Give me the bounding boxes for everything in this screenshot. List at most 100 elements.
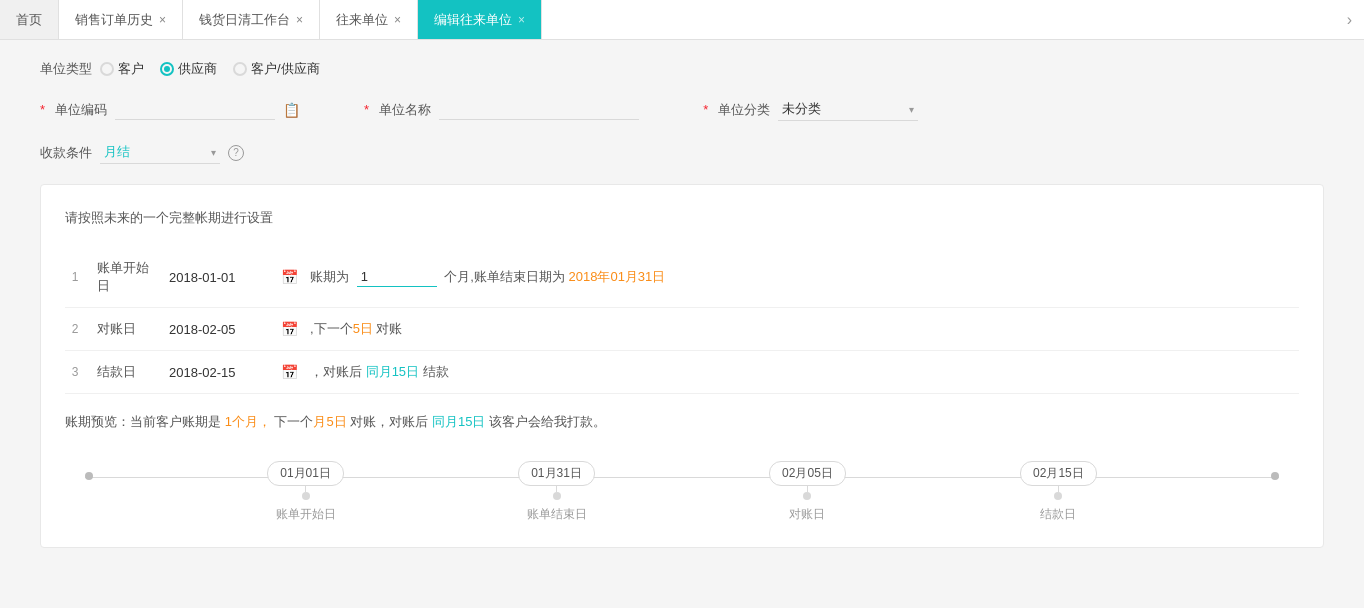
timeline-badge-4: 02月15日 (1020, 461, 1097, 486)
timeline-sub-4: 结款日 (1040, 506, 1076, 523)
radio-both-label: 客户/供应商 (251, 60, 320, 78)
timeline-point-2: 01月31日 账单结束日 (518, 461, 595, 523)
cat-required-star: * (703, 102, 708, 117)
setting-row-2: 2 对账日 2018-02-05 📅 ,下一个5日 对账 (65, 308, 1299, 351)
unit-info-row: * 单位编码 000001 📋 * 单位名称 河南供应商22 * 单位分类 未分… (40, 98, 1324, 121)
unit-name-label: 单位名称 (379, 101, 431, 119)
tab-cashflow-close[interactable]: × (296, 13, 303, 27)
row-calendar-1[interactable]: 📅 (281, 269, 298, 285)
tab-partner[interactable]: 往来单位 × (320, 0, 418, 39)
radio-supplier-circle (160, 62, 174, 76)
row-label-3: 结款日 (97, 363, 157, 381)
tab-cashflow[interactable]: 钱货日清工作台 × (183, 0, 320, 39)
tab-home-label: 首页 (16, 11, 42, 29)
row-desc-3-prefix: ，对账后 (310, 364, 366, 379)
unit-code-label: 单位编码 (55, 101, 107, 119)
timeline-point-3: 02月05日 对账日 (769, 461, 846, 523)
unit-code-input[interactable]: 000001 (115, 100, 275, 120)
tab-edit-partner[interactable]: 编辑往来单位 × (418, 0, 542, 39)
preview-prefix: 账期预览：当前客户账期是 (65, 414, 221, 429)
payment-terms-help-icon[interactable]: ? (228, 145, 244, 161)
radio-supplier[interactable]: 供应商 (160, 60, 217, 78)
tabs-bar: 首页 销售订单历史 × 钱货日清工作台 × 往来单位 × 编辑往来单位 × › (0, 0, 1364, 40)
radio-both[interactable]: 客户/供应商 (233, 60, 320, 78)
timeline-dot-3 (803, 492, 811, 500)
timeline-container: 01月01日 账单开始日 01月31日 账单结束日 02月05日 (65, 461, 1299, 523)
tab-sales-order-close[interactable]: × (159, 13, 166, 27)
timeline-dot-1 (302, 492, 310, 500)
radio-supplier-label: 供应商 (178, 60, 217, 78)
row-desc-1-prefix: 账期为 (310, 269, 349, 284)
preview-text: 账期预览：当前客户账期是 1个月， 下一个月5日 对账，对账后 同月15日 该客… (65, 410, 1299, 433)
radio-customer[interactable]: 客户 (100, 60, 144, 78)
unit-type-radio-group: 客户 供应商 客户/供应商 (100, 60, 320, 78)
payment-terms-label: 收款条件 (40, 144, 92, 162)
timeline-badge-1: 01月01日 (267, 461, 344, 486)
tab-edit-partner-close[interactable]: × (518, 13, 525, 27)
radio-both-circle (233, 62, 247, 76)
unit-type-label: 单位类型 (40, 60, 92, 78)
radio-customer-label: 客户 (118, 60, 144, 78)
timeline-point-4: 02月15日 结款日 (1020, 461, 1097, 523)
unit-code-field: * 单位编码 000001 📋 (40, 100, 300, 120)
unit-category-label: 单位分类 (718, 101, 770, 119)
setting-row-1: 1 账单开始日 2018-01-01 📅 账期为 个月,账单结束日期为 2018… (65, 247, 1299, 308)
row-reconcile-day: 5日 (353, 321, 373, 336)
row-calendar-3[interactable]: 📅 (281, 364, 298, 380)
timeline-right-end (1271, 472, 1279, 480)
unit-name-field: * 单位名称 河南供应商22 (364, 100, 639, 120)
settings-panel: 请按照未来的一个完整帐期进行设置 1 账单开始日 2018-01-01 📅 账期… (40, 184, 1324, 548)
row-end-date-highlight: 2018年01月31日 (568, 269, 665, 284)
unit-category-arrow-icon: ▾ (909, 104, 914, 115)
row-date-3: 2018-02-15 (169, 365, 269, 380)
tab-cashflow-label: 钱货日清工作台 (199, 11, 290, 29)
timeline-point-1: 01月01日 账单开始日 (267, 461, 344, 523)
timeline-left-dot (85, 472, 93, 480)
payment-terms-arrow-icon: ▾ (211, 147, 216, 158)
unit-code-calendar-icon[interactable]: 📋 (283, 102, 300, 118)
unit-type-row: 单位类型 客户 供应商 客户/供应商 (40, 60, 1324, 78)
row-desc-2: ,下一个5日 对账 (310, 320, 1299, 338)
preview-suffix: 该客户会给我打款。 (489, 414, 606, 429)
tab-home[interactable]: 首页 (0, 0, 59, 39)
unit-type-field: 单位类型 客户 供应商 客户/供应商 (40, 60, 320, 78)
payment-terms-dropdown[interactable]: 月结 ▾ (100, 141, 220, 164)
tab-partner-close[interactable]: × (394, 13, 401, 27)
timeline-dot-2 (553, 492, 561, 500)
tab-sales-order[interactable]: 销售订单历史 × (59, 0, 183, 39)
timeline-sub-2: 账单结束日 (527, 506, 587, 523)
tab-edit-partner-label: 编辑往来单位 (434, 11, 512, 29)
row-calendar-2[interactable]: 📅 (281, 321, 298, 337)
period-months-input[interactable] (357, 267, 437, 287)
unit-category-dropdown[interactable]: 未分类 ▾ (778, 98, 918, 121)
payment-terms-row: 收款条件 月结 ▾ ? (40, 141, 1324, 164)
row-desc-2-prefix: ,下一个 (310, 321, 353, 336)
preview-mid2: 对账，对账后 (350, 414, 428, 429)
preview-day5: 月5日 (313, 414, 346, 429)
timeline-badge-3: 02月05日 (769, 461, 846, 486)
panel-instruction: 请按照未来的一个完整帐期进行设置 (65, 209, 1299, 227)
timeline-badge-2: 01月31日 (518, 461, 595, 486)
radio-customer-circle (100, 62, 114, 76)
tab-sales-order-label: 销售订单历史 (75, 11, 153, 29)
row-num-3: 3 (65, 365, 85, 379)
preview-1month: 1个月， (225, 414, 271, 429)
tab-partner-label: 往来单位 (336, 11, 388, 29)
row-num-1: 1 (65, 270, 85, 284)
timeline-points: 01月01日 账单开始日 01月31日 账单结束日 02月05日 (85, 461, 1279, 523)
timeline-sub-1: 账单开始日 (276, 506, 336, 523)
timeline-dot-4 (1054, 492, 1062, 500)
timeline-sub-3: 对账日 (789, 506, 825, 523)
row-label-1: 账单开始日 (97, 259, 157, 295)
row-label-2: 对账日 (97, 320, 157, 338)
preview-day15: 同月15日 (432, 414, 485, 429)
unit-category-field: * 单位分类 未分类 ▾ (703, 98, 918, 121)
row-date-1: 2018-01-01 (169, 270, 269, 285)
unit-name-input[interactable]: 河南供应商22 (439, 100, 639, 120)
row-payment-day: 同月15日 (366, 364, 419, 379)
row-desc-1: 账期为 个月,账单结束日期为 2018年01月31日 (310, 267, 1299, 287)
tabs-expand-button[interactable]: › (1335, 11, 1364, 29)
row-date-2: 2018-02-05 (169, 322, 269, 337)
row-desc-1-extra: 个月,账单结束日期为 (444, 269, 568, 284)
payment-terms-field: 收款条件 月结 ▾ ? (40, 141, 244, 164)
